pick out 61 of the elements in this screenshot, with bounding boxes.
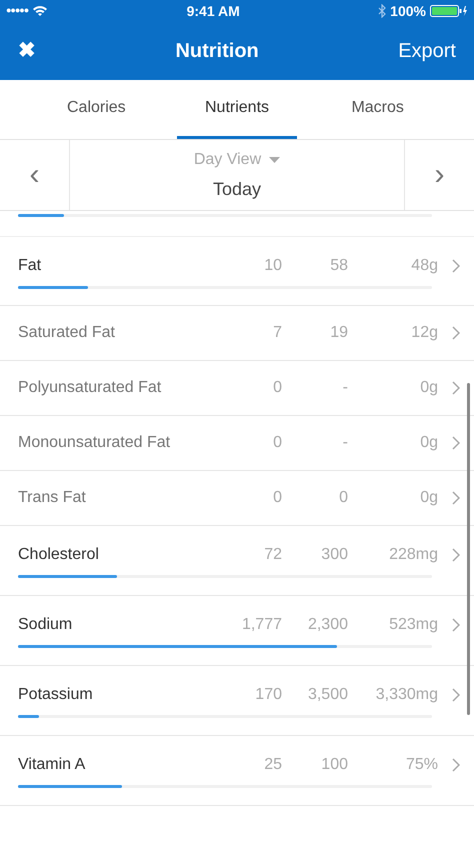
nutrient-name: Monounsaturated Fat xyxy=(18,433,172,453)
nutrient-name: Sodium xyxy=(18,615,74,635)
nutrient-name: Potassium xyxy=(18,685,94,705)
chevron-right-icon[interactable] xyxy=(452,258,460,272)
left-value: 0g xyxy=(419,488,438,508)
bluetooth-icon xyxy=(378,4,386,18)
caret-icon xyxy=(269,156,280,162)
close-button[interactable]: ✖ xyxy=(18,35,36,67)
nutrient-name: Trans Fat xyxy=(18,488,87,508)
goal-value: 19 xyxy=(329,323,348,343)
goal-value: 2,300 xyxy=(306,615,348,635)
total-value: 0 xyxy=(272,488,282,508)
total-value: 170 xyxy=(254,685,282,705)
chevron-right-icon[interactable] xyxy=(452,436,460,450)
next-day-button[interactable]: › xyxy=(404,140,474,210)
left-value: 12g xyxy=(410,323,438,343)
total-value: 10 xyxy=(263,256,282,276)
left-value: 75% xyxy=(404,755,438,775)
goal-value: 300 xyxy=(320,545,348,565)
chevron-right-icon[interactable] xyxy=(452,618,460,632)
total-value: 25 xyxy=(263,755,282,775)
goal-value: - xyxy=(342,378,348,398)
left-value: 0g xyxy=(419,433,438,453)
nutrient-name: Vitamin A xyxy=(18,755,86,775)
total-value: 72 xyxy=(263,545,282,565)
chevron-right-icon[interactable] xyxy=(452,758,460,772)
chevron-right-icon[interactable] xyxy=(452,688,460,702)
screen-title: Nutrition xyxy=(175,39,259,64)
goal-value: 3,500 xyxy=(306,685,348,705)
nutrient-name: Polyunsaturated Fat xyxy=(18,378,162,398)
left-value: 228mg xyxy=(388,545,438,565)
wifi-icon xyxy=(32,5,48,17)
signal-icon: ●●●●● xyxy=(6,4,28,18)
date-label: Today xyxy=(212,178,262,201)
goal-value: 0 xyxy=(338,488,348,508)
left-value: 48g xyxy=(410,256,438,276)
left-value: 523mg xyxy=(388,615,438,635)
left-value: 3,330mg xyxy=(374,685,438,705)
export-button[interactable]: Export xyxy=(398,36,456,66)
left-value: 0g xyxy=(419,378,438,398)
tab[interactable]: Macros xyxy=(317,80,438,139)
chevron-right-icon[interactable] xyxy=(452,326,460,340)
total-value: 0 xyxy=(272,433,282,453)
total-value: 0 xyxy=(272,378,282,398)
nutrient-name: Fat xyxy=(18,256,42,276)
chevron-right-icon[interactable] xyxy=(452,491,460,505)
battery-icon xyxy=(430,5,468,17)
chevron-right-icon[interactable] xyxy=(452,548,460,562)
chevron-right-icon[interactable] xyxy=(452,381,460,395)
total-value: 1,777 xyxy=(240,615,282,635)
nutrient-name: Cholesterol xyxy=(18,545,100,565)
previous-day-button[interactable]: ‹ xyxy=(0,140,70,210)
total-value: 7 xyxy=(272,323,282,343)
battery-percent: 100% xyxy=(390,2,426,20)
nutrient-name: Saturated Fat xyxy=(18,323,116,343)
tab[interactable]: Calories xyxy=(36,80,157,139)
status-time: 9:41 AM xyxy=(186,2,240,20)
tab[interactable]: Nutrients xyxy=(176,80,298,139)
goal-value: 58 xyxy=(329,256,348,276)
goal-value: 100 xyxy=(320,755,348,775)
goal-value: - xyxy=(342,433,348,453)
